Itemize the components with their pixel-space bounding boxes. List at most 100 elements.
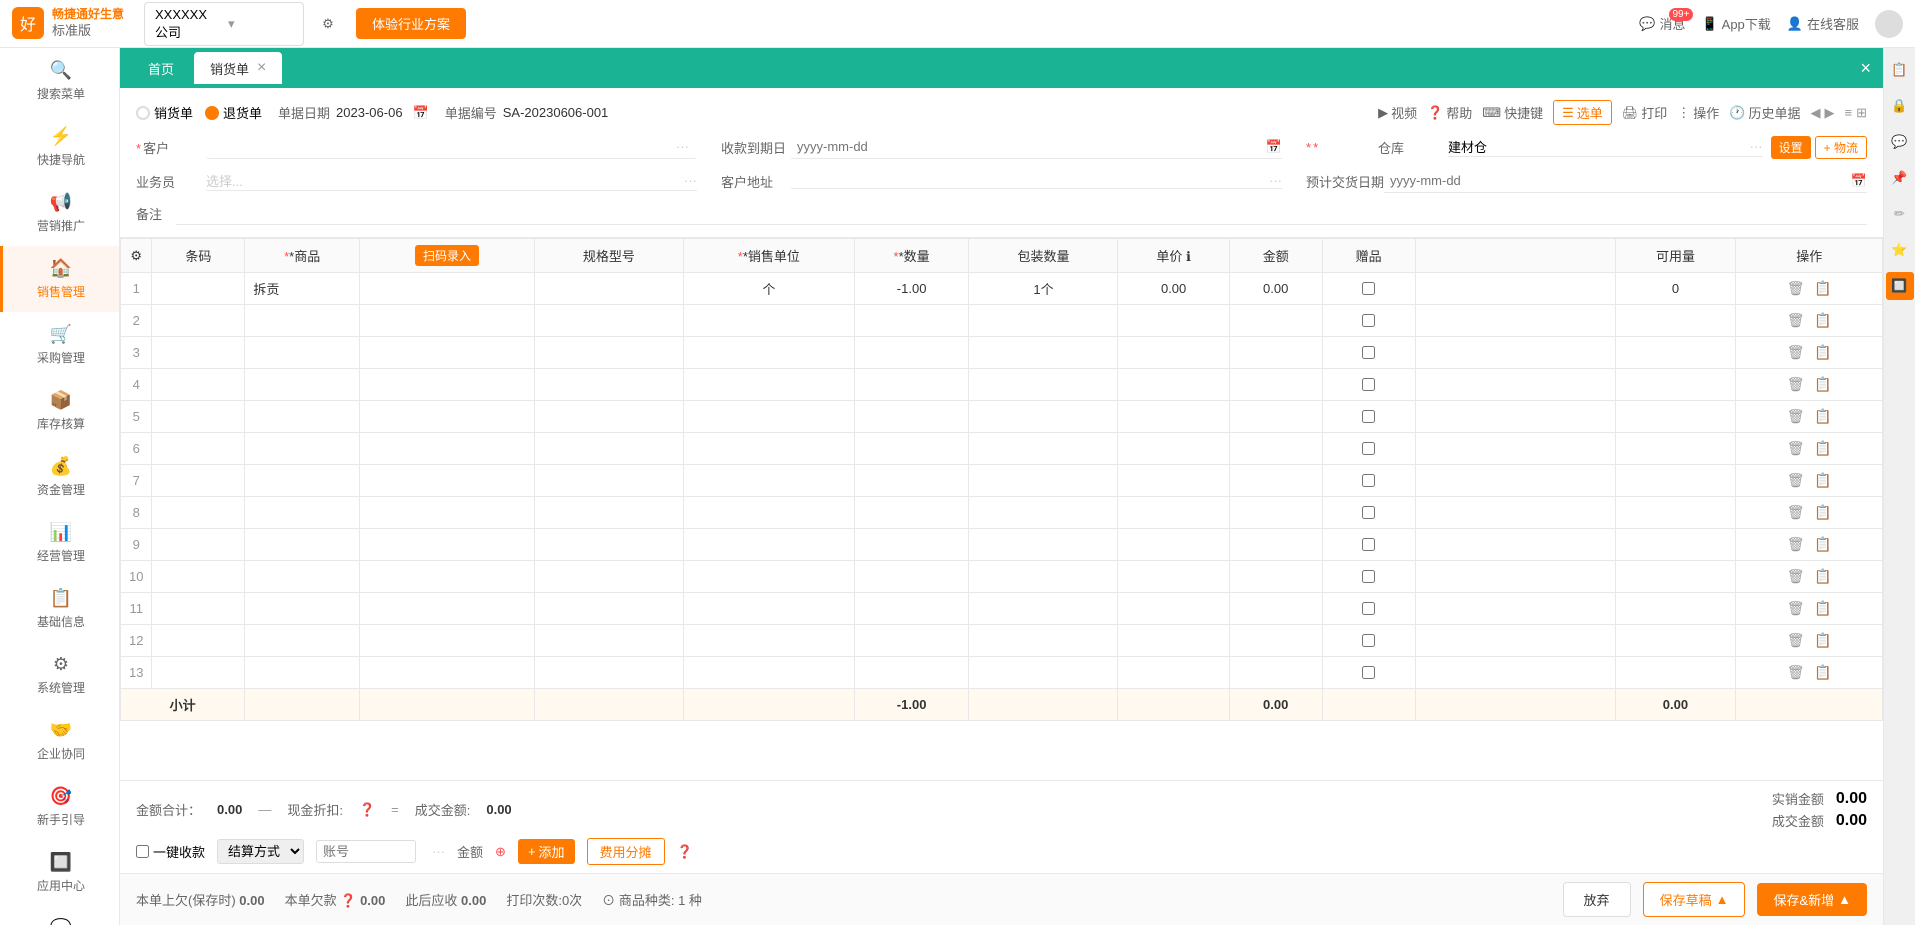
message-button[interactable]: 💬 消息 99+ (1639, 14, 1685, 33)
cell-product[interactable] (245, 497, 360, 529)
expense-split-button[interactable]: 费用分摊 (587, 838, 665, 865)
cell-amount[interactable] (1229, 369, 1322, 401)
tab-sale-order[interactable]: 销货单 × (194, 52, 282, 84)
cell-price[interactable] (1118, 593, 1229, 625)
cell-barcode[interactable] (152, 593, 245, 625)
gift-checkbox[interactable] (1362, 602, 1375, 615)
delete-icon[interactable]: 🗑 (1787, 536, 1805, 552)
sidebar-item-collab[interactable]: 🤝 企业协同 (0, 708, 119, 774)
cell-gift[interactable] (1322, 433, 1415, 465)
logistics-button[interactable]: + 物流 (1815, 136, 1867, 159)
list-view-icon[interactable]: ≡ (1845, 105, 1853, 121)
delete-icon[interactable]: 🗑 (1787, 280, 1805, 296)
cell-price[interactable] (1118, 433, 1229, 465)
cell-price[interactable] (1118, 561, 1229, 593)
copy-icon[interactable]: 📋 (1814, 408, 1831, 424)
cell-spec[interactable] (534, 401, 683, 433)
cell-unit[interactable] (683, 529, 854, 561)
cell-price[interactable] (1118, 625, 1229, 657)
discount-help-icon[interactable]: ❓ (359, 802, 375, 818)
expense-help-icon[interactable]: ❓ (677, 844, 693, 860)
cell-price[interactable] (1118, 497, 1229, 529)
radio-return[interactable]: 退货单 (205, 103, 262, 122)
cell-product[interactable] (245, 593, 360, 625)
app-download-button[interactable]: 📱 App下载 (1701, 14, 1770, 33)
gift-checkbox[interactable] (1362, 570, 1375, 583)
cell-amount[interactable] (1229, 305, 1322, 337)
cell-gift[interactable] (1322, 497, 1415, 529)
cell-amount[interactable] (1229, 657, 1322, 689)
account-dots-icon[interactable]: ··· (432, 844, 445, 859)
customer-address-dots-icon[interactable]: ··· (1269, 173, 1282, 188)
cell-gift[interactable] (1322, 305, 1415, 337)
cell-quantity[interactable] (854, 593, 969, 625)
collection-date-calendar-icon[interactable]: 📅 (1266, 139, 1282, 155)
tab-close-icon[interactable]: × (257, 60, 266, 76)
cell-price[interactable] (1118, 401, 1229, 433)
delete-icon[interactable]: 🗑 (1787, 376, 1805, 392)
cell-gift[interactable] (1322, 465, 1415, 497)
sidebar-item-system[interactable]: ⚙ 系统管理 (0, 642, 119, 708)
delete-icon[interactable]: 🗑 (1787, 504, 1805, 520)
toolbar-select-btn[interactable]: ☰ 选单 (1553, 100, 1612, 125)
customer-dots-icon[interactable]: ··· (676, 139, 689, 154)
cell-gift[interactable] (1322, 593, 1415, 625)
next-icon[interactable]: ▶ (1825, 105, 1835, 121)
cell-amount[interactable] (1229, 561, 1322, 593)
company-selector[interactable]: XXXXXX公司 ▾ (144, 2, 304, 46)
cell-product[interactable]: 拆贡 (245, 273, 360, 305)
delete-icon[interactable]: 🗑 (1787, 568, 1805, 584)
cell-pkg-qty[interactable] (969, 337, 1118, 369)
one-click-checkbox[interactable] (136, 845, 149, 858)
sidebar-item-operations[interactable]: 📊 经营管理 (0, 510, 119, 576)
cell-spec[interactable] (534, 337, 683, 369)
cell-pkg-qty[interactable] (969, 657, 1118, 689)
cell-barcode[interactable] (152, 561, 245, 593)
cell-product[interactable] (245, 657, 360, 689)
cell-product[interactable] (245, 529, 360, 561)
sidebar-item-basics[interactable]: 📋 基础信息 (0, 576, 119, 642)
online-service-button[interactable]: 👤 在线客服 (1787, 14, 1859, 33)
scan-button[interactable]: 扫码录入 (415, 245, 479, 266)
cell-pkg-qty[interactable] (969, 497, 1118, 529)
cell-product[interactable] (245, 401, 360, 433)
delete-icon[interactable]: 🗑 (1787, 344, 1805, 360)
sidebar-item-sales[interactable]: 🏠 销售管理 (0, 246, 119, 312)
cell-spec[interactable] (534, 625, 683, 657)
add-amount-icon[interactable]: ⊕ (495, 844, 506, 860)
delete-icon[interactable]: 🗑 (1787, 440, 1805, 456)
cell-unit[interactable] (683, 561, 854, 593)
col-settings[interactable]: ⚙ (121, 239, 152, 273)
cell-spec[interactable] (534, 497, 683, 529)
sidebar-item-inventory[interactable]: 📦 库存核算 (0, 378, 119, 444)
copy-icon[interactable]: 📋 (1814, 568, 1831, 584)
cell-unit[interactable]: 个 (683, 273, 854, 305)
cell-spec[interactable] (534, 273, 683, 305)
cell-price[interactable] (1118, 657, 1229, 689)
cell-barcode[interactable] (152, 433, 245, 465)
cell-quantity[interactable] (854, 305, 969, 337)
sidebar-item-finance[interactable]: 💰 资金管理 (0, 444, 119, 510)
gift-checkbox[interactable] (1362, 474, 1375, 487)
rs-lock-icon[interactable]: 🔒 (1886, 92, 1914, 120)
cell-amount[interactable] (1229, 465, 1322, 497)
rs-pin-icon[interactable]: 📌 (1886, 164, 1914, 192)
toolbar-video-btn[interactable]: ▶ 视频 (1378, 103, 1417, 122)
cell-amount[interactable] (1229, 337, 1322, 369)
cell-unit[interactable] (683, 593, 854, 625)
tab-bar-close-icon[interactable]: × (1860, 58, 1871, 79)
copy-icon[interactable]: 📋 (1814, 664, 1831, 680)
collection-date-input[interactable] (791, 135, 1262, 158)
cell-pkg-qty[interactable] (969, 529, 1118, 561)
cell-unit[interactable] (683, 433, 854, 465)
delivery-calendar-icon[interactable]: 📅 (1851, 173, 1867, 189)
cell-product[interactable] (245, 625, 360, 657)
rs-chat-icon[interactable]: 💬 (1886, 128, 1914, 156)
cell-product[interactable] (245, 561, 360, 593)
settlement-method-select[interactable]: 结算方式 (217, 839, 304, 864)
delete-icon[interactable]: 🗑 (1787, 664, 1805, 680)
avatar[interactable] (1875, 10, 1903, 38)
one-click-payment-checkbox[interactable]: 一键收款 (136, 842, 205, 861)
cell-price[interactable] (1118, 337, 1229, 369)
cell-amount[interactable]: 0.00 (1229, 273, 1322, 305)
